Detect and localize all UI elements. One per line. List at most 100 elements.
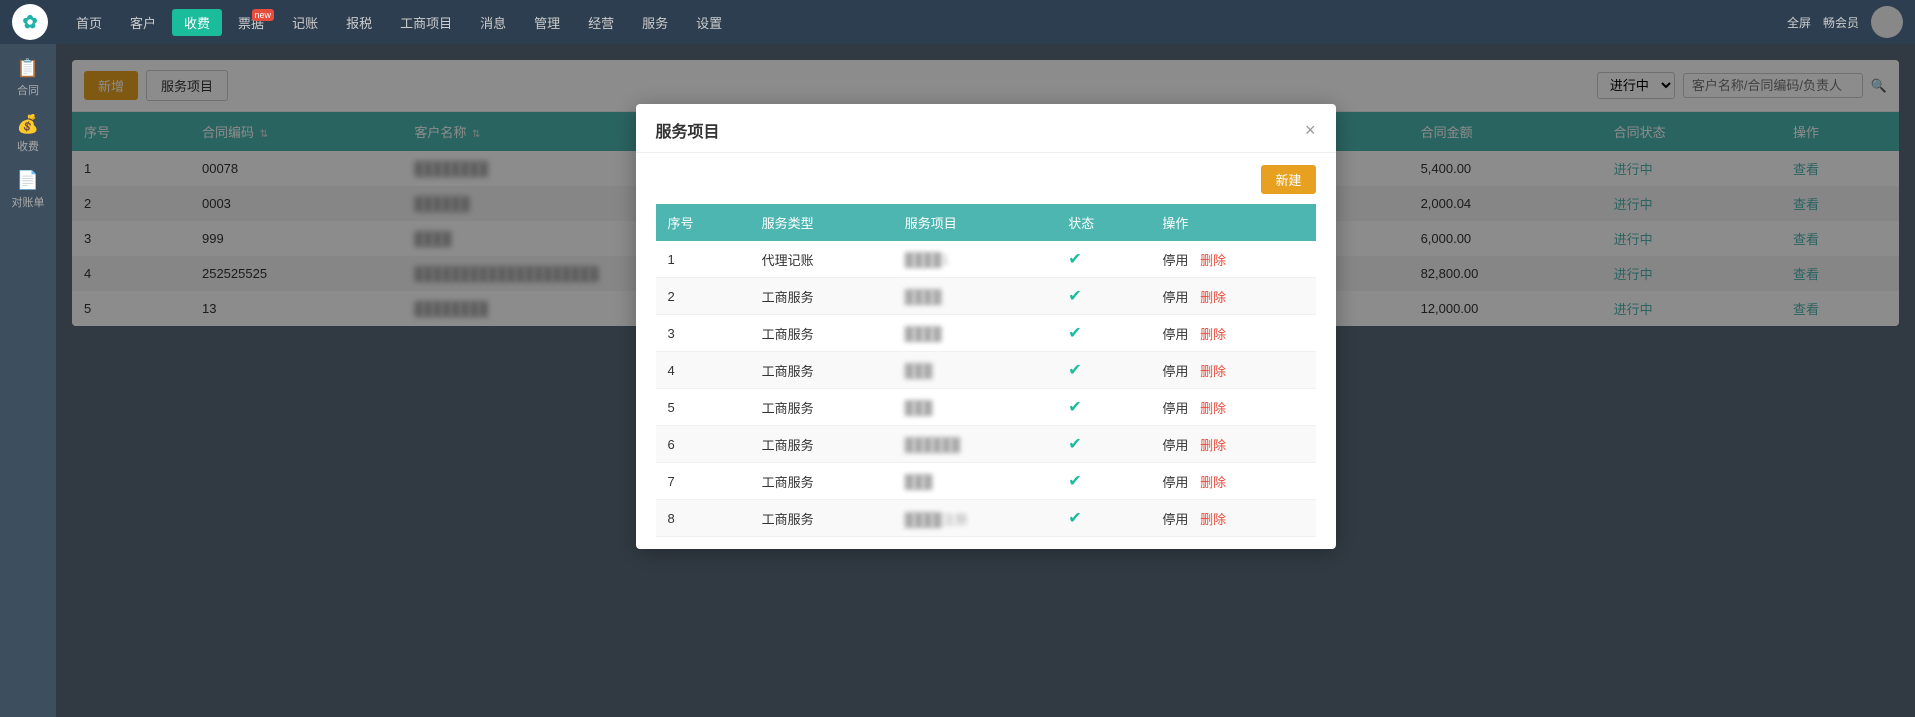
modal-cell-action[interactable]: 停用 删除 xyxy=(1150,500,1315,537)
modal-table-row: 3 工商服务 ████ ✔ 停用 删除 xyxy=(656,315,1316,352)
sidebar-item-shoufei[interactable]: 💰 收费 xyxy=(2,108,54,160)
delete-button[interactable]: 删除 xyxy=(1200,327,1226,342)
stop-button[interactable]: 停用 xyxy=(1162,438,1188,453)
sidebar: 📋 合同 💰 收费 📄 对账单 xyxy=(0,44,56,717)
nav-customer[interactable]: 客户 xyxy=(118,9,168,36)
modal-cell-status: ✔ xyxy=(1056,500,1150,537)
modal-cell-item: ███ xyxy=(893,352,1057,389)
nav-gongshang[interactable]: 工商项目 xyxy=(388,9,464,36)
modal-cell-item: ██████ xyxy=(893,426,1057,463)
modal-table-wrapper: 序号 服务类型 服务项目 状态 操作 1 代理记账 ████1 ✔ 停用 删除 … xyxy=(656,204,1316,537)
nav-fuwu[interactable]: 服务 xyxy=(630,9,680,36)
sidebar-item-shoufei-label: 收费 xyxy=(17,138,39,154)
modal-toolbar: 新建 xyxy=(656,165,1316,194)
nav-baoshui[interactable]: 报税 xyxy=(334,9,384,36)
modal-cell-status: ✔ xyxy=(1056,463,1150,500)
modal-cell-status: ✔ xyxy=(1056,278,1150,315)
avatar[interactable] xyxy=(1871,6,1903,38)
modal-cell-seq: 8 xyxy=(656,500,750,537)
modal-cell-type: 工商服务 xyxy=(750,463,893,500)
hetong-icon: 📋 xyxy=(17,58,39,79)
delete-button[interactable]: 删除 xyxy=(1200,512,1226,527)
modal-col-item: 服务项目 xyxy=(893,204,1057,241)
modal-header: 服务项目 × xyxy=(636,104,1336,153)
fullscreen-label[interactable]: 全屏 xyxy=(1787,14,1811,31)
modal-cell-item: ████ xyxy=(893,315,1057,352)
app-logo: ✿ xyxy=(12,4,48,40)
modal-table: 序号 服务类型 服务项目 状态 操作 1 代理记账 ████1 ✔ 停用 删除 … xyxy=(656,204,1316,537)
modal-cell-seq: 5 xyxy=(656,389,750,426)
modal-overlay[interactable]: 服务项目 × 新建 序号 服务类型 服务项目 状态 操作 xyxy=(56,44,1915,717)
modal-cell-seq: 4 xyxy=(656,352,750,389)
nav-jizhang[interactable]: 记账 xyxy=(280,9,330,36)
sidebar-item-hetong[interactable]: 📋 合同 xyxy=(2,52,54,104)
modal-cell-item: ████1 xyxy=(893,241,1057,278)
modal-col-type: 服务类型 xyxy=(750,204,893,241)
delete-button[interactable]: 删除 xyxy=(1200,475,1226,490)
sidebar-item-duizhan-label: 对账单 xyxy=(12,194,45,210)
modal-cell-type: 工商服务 xyxy=(750,500,893,537)
delete-button[interactable]: 删除 xyxy=(1200,401,1226,416)
modal-table-row: 8 工商服务 ████注册 ✔ 停用 删除 xyxy=(656,500,1316,537)
modal-cell-action[interactable]: 停用 删除 xyxy=(1150,426,1315,463)
delete-button[interactable]: 删除 xyxy=(1200,438,1226,453)
modal-table-row: 5 工商服务 ███ ✔ 停用 删除 xyxy=(656,389,1316,426)
modal-cell-action[interactable]: 停用 删除 xyxy=(1150,463,1315,500)
stop-button[interactable]: 停用 xyxy=(1162,401,1188,416)
modal-col-status: 状态 xyxy=(1056,204,1150,241)
stop-button[interactable]: 停用 xyxy=(1162,327,1188,342)
modal-cell-seq: 1 xyxy=(656,241,750,278)
modal-cell-item: ███ xyxy=(893,389,1057,426)
modal-cell-action[interactable]: 停用 删除 xyxy=(1150,241,1315,278)
modal-close-button[interactable]: × xyxy=(1305,121,1316,139)
modal-table-row: 7 工商服务 ███ ✔ 停用 删除 xyxy=(656,463,1316,500)
modal-cell-action[interactable]: 停用 删除 xyxy=(1150,352,1315,389)
modal-cell-seq: 6 xyxy=(656,426,750,463)
nav-shoufei[interactable]: 收费 xyxy=(172,9,222,36)
top-right-actions: 全屏 畅会员 xyxy=(1787,6,1903,38)
sidebar-item-duizhan[interactable]: 📄 对账单 xyxy=(2,164,54,216)
stop-button[interactable]: 停用 xyxy=(1162,512,1188,527)
member-label[interactable]: 畅会员 xyxy=(1823,14,1859,31)
nav-piaoju[interactable]: 票据 new xyxy=(226,9,276,36)
modal-cell-status: ✔ xyxy=(1056,426,1150,463)
modal-cell-item: ████注册 xyxy=(893,500,1057,537)
modal-cell-type: 工商服务 xyxy=(750,426,893,463)
modal-cell-item: ████ xyxy=(893,278,1057,315)
nav-xiaoxi[interactable]: 消息 xyxy=(468,9,518,36)
modal-cell-action[interactable]: 停用 删除 xyxy=(1150,315,1315,352)
modal-table-row: 4 工商服务 ███ ✔ 停用 删除 xyxy=(656,352,1316,389)
nav-jingying[interactable]: 经营 xyxy=(576,9,626,36)
sidebar-item-hetong-label: 合同 xyxy=(17,82,39,98)
stop-button[interactable]: 停用 xyxy=(1162,475,1188,490)
modal-cell-action[interactable]: 停用 删除 xyxy=(1150,389,1315,426)
delete-button[interactable]: 删除 xyxy=(1200,253,1226,268)
nav-home[interactable]: 首页 xyxy=(64,9,114,36)
modal-cell-type: 代理记账 xyxy=(750,241,893,278)
stop-button[interactable]: 停用 xyxy=(1162,364,1188,379)
modal-cell-status: ✔ xyxy=(1056,352,1150,389)
nav-items: 首页 客户 收费 票据 new 记账 报税 工商项目 消息 管理 经营 服务 设… xyxy=(64,9,1787,36)
modal-cell-action[interactable]: 停用 删除 xyxy=(1150,278,1315,315)
modal-table-row: 2 工商服务 ████ ✔ 停用 删除 xyxy=(656,278,1316,315)
delete-button[interactable]: 删除 xyxy=(1200,364,1226,379)
nav-guanli[interactable]: 管理 xyxy=(522,9,572,36)
modal-cell-seq: 7 xyxy=(656,463,750,500)
modal-body: 新建 序号 服务类型 服务项目 状态 操作 1 代理记账 xyxy=(636,153,1336,549)
modal-cell-type: 工商服务 xyxy=(750,352,893,389)
modal-cell-status: ✔ xyxy=(1056,389,1150,426)
stop-button[interactable]: 停用 xyxy=(1162,290,1188,305)
modal-service-items: 服务项目 × 新建 序号 服务类型 服务项目 状态 操作 xyxy=(636,104,1336,549)
modal-col-seq: 序号 xyxy=(656,204,750,241)
delete-button[interactable]: 删除 xyxy=(1200,290,1226,305)
stop-button[interactable]: 停用 xyxy=(1162,253,1188,268)
modal-cell-seq: 2 xyxy=(656,278,750,315)
modal-table-row: 6 工商服务 ██████ ✔ 停用 删除 xyxy=(656,426,1316,463)
nav-shezhi[interactable]: 设置 xyxy=(684,9,734,36)
modal-cell-status: ✔ xyxy=(1056,241,1150,278)
modal-cell-type: 工商服务 xyxy=(750,389,893,426)
modal-cell-type: 工商服务 xyxy=(750,278,893,315)
top-nav: ✿ 首页 客户 收费 票据 new 记账 报税 工商项目 消息 管理 经营 服务… xyxy=(0,0,1915,44)
modal-title: 服务项目 xyxy=(656,118,720,142)
modal-new-button[interactable]: 新建 xyxy=(1261,165,1315,194)
